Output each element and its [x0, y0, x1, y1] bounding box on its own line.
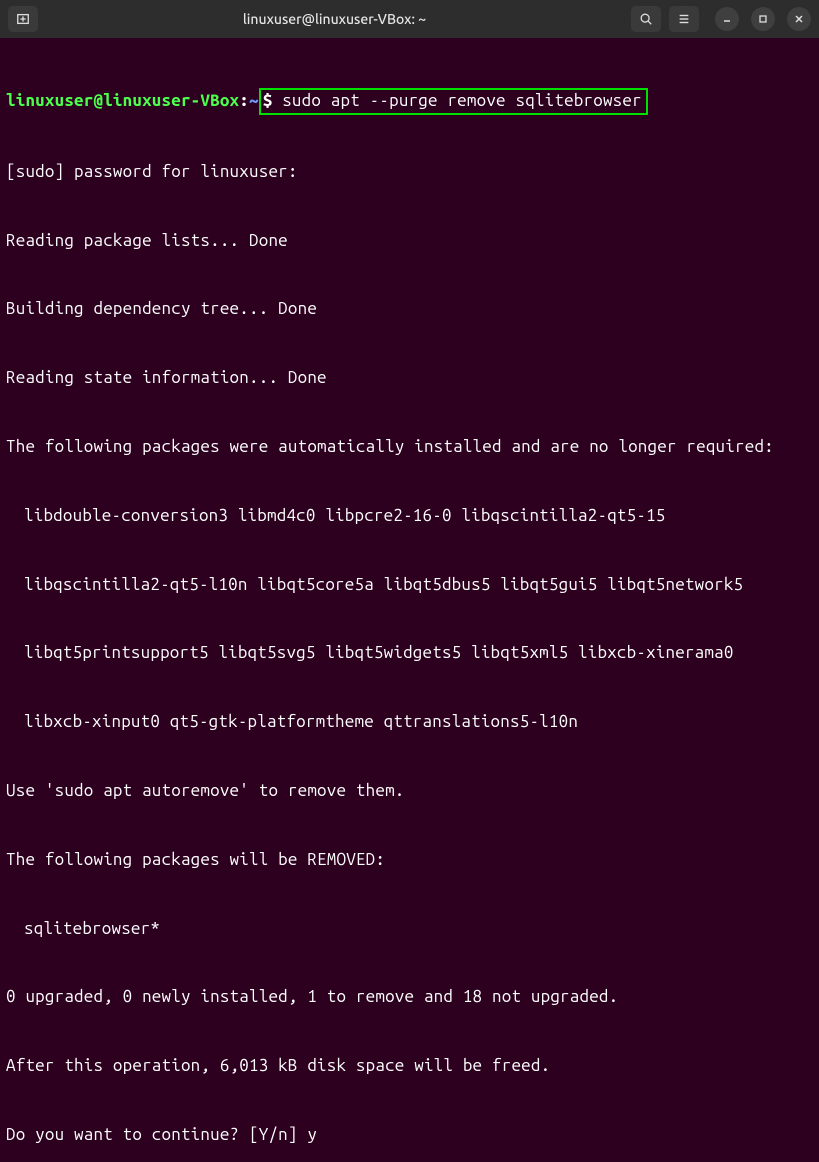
- output-line: Reading state information... Done: [6, 367, 813, 390]
- command-highlight: $ sudo apt --purge remove sqlitebrowser: [259, 88, 648, 115]
- hamburger-icon: [677, 12, 691, 26]
- menu-button[interactable]: [669, 6, 699, 32]
- minimize-button[interactable]: [715, 7, 739, 31]
- prompt-colon: :: [239, 91, 249, 110]
- window-controls: [715, 7, 811, 31]
- output-line: Reading package lists... Done: [6, 230, 813, 253]
- close-icon: [794, 14, 804, 24]
- output-line: 0 upgraded, 0 newly installed, 1 to remo…: [6, 986, 813, 1009]
- close-button[interactable]: [787, 7, 811, 31]
- maximize-button[interactable]: [751, 7, 775, 31]
- titlebar: linuxuser@linuxuser-VBox: ~: [0, 0, 819, 38]
- output-line: Building dependency tree... Done: [6, 298, 813, 321]
- prompt-line-1: linuxuser@linuxuser-VBox:~$ sudo apt --p…: [6, 88, 813, 115]
- window-title: linuxuser@linuxuser-VBox: ~: [46, 11, 623, 27]
- output-line: [sudo] password for linuxuser:: [6, 161, 813, 184]
- new-tab-icon: [16, 12, 30, 26]
- prompt-path: ~: [249, 91, 259, 110]
- output-line: Use 'sudo apt autoremove' to remove them…: [6, 780, 813, 803]
- output-line: The following packages were automaticall…: [6, 436, 813, 459]
- output-line: libxcb-xinput0 qt5-gtk-platformtheme qtt…: [6, 711, 813, 734]
- output-line: libdouble-conversion3 libmd4c0 libpcre2-…: [6, 505, 813, 528]
- command-text: sudo apt --purge remove sqlitebrowser: [272, 91, 641, 110]
- search-button[interactable]: [631, 6, 661, 32]
- maximize-icon: [758, 14, 768, 24]
- prompt-user-host: linuxuser@linuxuser-VBox: [6, 91, 239, 110]
- output-line: libqt5printsupport5 libqt5svg5 libqt5wid…: [6, 642, 813, 665]
- output-line: Do you want to continue? [Y/n] y: [6, 1124, 813, 1147]
- terminal-body[interactable]: linuxuser@linuxuser-VBox:~$ sudo apt --p…: [0, 38, 819, 1162]
- output-line: The following packages will be REMOVED:: [6, 849, 813, 872]
- output-line: libqscintilla2-qt5-l10n libqt5core5a lib…: [6, 574, 813, 597]
- new-tab-button[interactable]: [8, 6, 38, 32]
- output-line: After this operation, 6,013 kB disk spac…: [6, 1055, 813, 1078]
- output-line: sqlitebrowser*: [6, 918, 813, 941]
- search-icon: [639, 12, 653, 26]
- minimize-icon: [722, 14, 732, 24]
